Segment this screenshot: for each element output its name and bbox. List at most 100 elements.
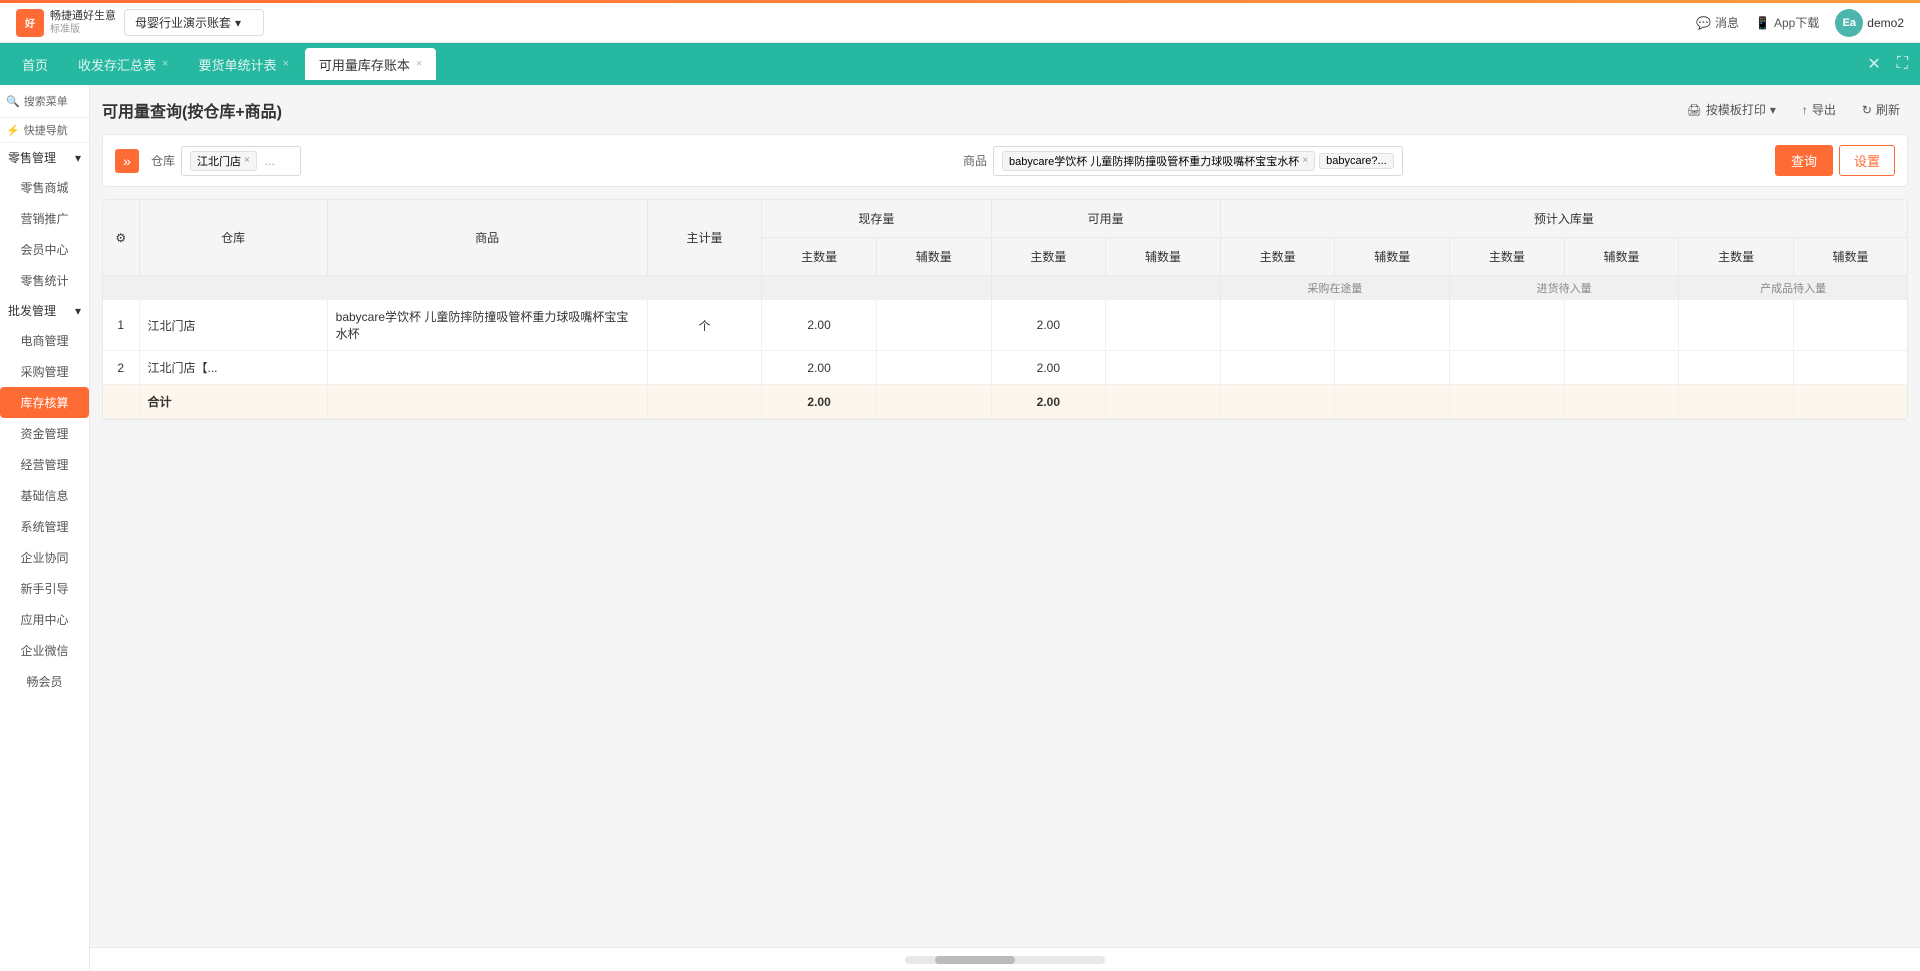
page-actions: 🖨 按模板打印 ↑ 导出 ↻ 刷新 xyxy=(1679,97,1908,122)
sidebar-item-wholesale-mgmt[interactable]: 批发管理 xyxy=(0,296,89,325)
tab-home[interactable]: 首页 xyxy=(8,48,62,80)
logo-area: 好 畅捷通好生意 标准版 xyxy=(16,9,116,37)
sidebar-item-enterprise-wechat[interactable]: 企业微信 xyxy=(0,635,89,666)
sidebar-item-retail-mgmt[interactable]: 零售管理 xyxy=(0,143,89,172)
header-right: 💬 消息 📱 App下载 Ea demo2 xyxy=(1696,9,1904,37)
avatar: Ea xyxy=(1835,9,1863,37)
chevron-down-icon xyxy=(75,151,81,165)
template-print-button[interactable]: 🖨 按模板打印 xyxy=(1679,97,1784,122)
page-title: 可用量查询(按仓库+商品) xyxy=(102,98,282,122)
export-button[interactable]: ↑ 导出 xyxy=(1794,97,1844,122)
data-table-container: ⚙ 仓库 商品 主计量 现存量 可用量 预计入库量 主数量 辅数量 主数量 xyxy=(102,199,1908,420)
page-title-bar: 可用量查询(按仓库+商品) 🖨 按模板打印 ↑ 导出 ↻ 刷新 xyxy=(102,97,1908,122)
app-download-button[interactable]: 📱 App下载 xyxy=(1755,14,1819,31)
export-icon: ↑ xyxy=(1802,103,1808,117)
th-pp-aux: 辅数量 xyxy=(1564,238,1679,276)
close-all-tabs-icon[interactable]: ✕ xyxy=(1863,50,1884,78)
sidebar-item-inventory[interactable]: 库存核算 xyxy=(0,387,89,418)
refresh-icon: ↻ xyxy=(1862,103,1872,117)
print-icon: 🖨 xyxy=(1687,103,1702,117)
th-avail-aux: 辅数量 xyxy=(1106,238,1221,276)
header-left: 好 畅捷通好生意 标准版 母婴行业演示账套 xyxy=(16,9,264,37)
remove-warehouse-tag[interactable]: × xyxy=(244,155,250,166)
content-area: 可用量查询(按仓库+商品) 🖨 按模板打印 ↑ 导出 ↻ 刷新 xyxy=(90,85,1920,971)
sidebar-item-member-center[interactable]: 会员中心 xyxy=(0,234,89,265)
warehouse-filter-dots[interactable]: ... xyxy=(261,154,279,168)
th-stock-main: 主数量 xyxy=(762,238,877,276)
tab-available-inventory[interactable]: 可用量库存账本 × xyxy=(305,48,436,80)
filter-bar: » 仓库 江北门店 × ... 商品 xyxy=(102,134,1908,187)
tabs-right-actions: ✕ ⛶ xyxy=(1863,50,1912,78)
refresh-button[interactable]: ↻ 刷新 xyxy=(1854,97,1908,122)
product-filter-label: 商品 xyxy=(963,152,987,169)
sidebar-item-basic-info[interactable]: 基础信息 xyxy=(0,480,89,511)
top-header: 好 畅捷通好生意 标准版 母婴行业演示账套 💬 消息 📱 App下载 Ea de… xyxy=(0,3,1920,43)
product-tag-1[interactable]: babycare学饮杯 儿童防摔防撞吸管杯重力球吸嘴杯宝宝水杯 × xyxy=(1002,151,1315,171)
th-pt-aux: 辅数量 xyxy=(1335,238,1450,276)
print-dropdown-icon xyxy=(1770,103,1776,117)
remove-product-tag-1[interactable]: × xyxy=(1302,155,1308,166)
close-tab-available-inventory[interactable]: × xyxy=(416,58,422,70)
tenant-selector[interactable]: 母婴行业演示账套 xyxy=(124,9,264,36)
scrollbar-thumb[interactable] xyxy=(935,956,1015,964)
query-button[interactable]: 查询 xyxy=(1775,145,1833,176)
sidebar-item-app-center[interactable]: 应用中心 xyxy=(0,604,89,635)
sidebar-item-purchase-mgmt[interactable]: 采购管理 xyxy=(0,356,89,387)
th-avail-main: 主数量 xyxy=(991,238,1106,276)
warehouse-filter-field: 仓库 江北门店 × ... xyxy=(151,146,951,176)
warehouse-filter-input[interactable]: 江北门店 × ... xyxy=(181,146,301,176)
search-icon: 🔍 xyxy=(6,95,20,108)
data-table: ⚙ 仓库 商品 主计量 现存量 可用量 预计入库量 主数量 辅数量 主数量 xyxy=(103,200,1907,419)
warehouse-tag[interactable]: 江北门店 × xyxy=(190,151,257,171)
th-available: 可用量 xyxy=(991,200,1220,238)
table-row: 2 江北门店【... 2.00 2.00 xyxy=(103,351,1907,385)
th-current-stock: 现存量 xyxy=(762,200,991,238)
bottom-bar xyxy=(90,947,1920,971)
sub-header-purchase-pending: 进货待入量 xyxy=(1450,276,1679,301)
nav-icon: ⚡ xyxy=(6,124,20,137)
tab-order-stats[interactable]: 要货单统计表 × xyxy=(184,48,302,80)
tab-receipt-summary[interactable]: 收发存汇总表 × xyxy=(64,48,182,80)
product-filter-input[interactable]: babycare学饮杯 儿童防摔防撞吸管杯重力球吸嘴杯宝宝水杯 × babyca… xyxy=(993,146,1403,176)
page-container: 可用量查询(按仓库+商品) 🖨 按模板打印 ↑ 导出 ↻ 刷新 xyxy=(90,85,1920,947)
tenant-dropdown-icon xyxy=(235,16,241,30)
sidebar-item-ecommerce[interactable]: 电商管理 xyxy=(0,325,89,356)
sidebar-item-membership[interactable]: 畅会员 xyxy=(0,666,89,697)
sub-header-purchase-transit: 采购在途量 xyxy=(1220,276,1449,301)
sidebar-item-finance[interactable]: 资金管理 xyxy=(0,418,89,449)
horizontal-scrollbar[interactable] xyxy=(905,956,1105,964)
user-menu[interactable]: Ea demo2 xyxy=(1835,9,1904,37)
nav-tabs: 首页 收发存汇总表 × 要货单统计表 × 可用量库存账本 × ✕ ⛶ xyxy=(0,43,1920,85)
close-tab-order-stats[interactable]: × xyxy=(282,58,288,70)
sidebar-item-operations[interactable]: 经营管理 xyxy=(0,449,89,480)
th-pp-main: 主数量 xyxy=(1450,238,1565,276)
filter-toggle[interactable]: » xyxy=(115,149,139,173)
sidebar-item-system-mgmt[interactable]: 系统管理 xyxy=(0,511,89,542)
product-filter-field: 商品 babycare学饮杯 儿童防摔防撞吸管杯重力球吸嘴杯宝宝水杯 × bab… xyxy=(963,146,1763,176)
th-pt-main: 主数量 xyxy=(1220,238,1335,276)
warehouse-filter-label: 仓库 xyxy=(151,152,175,169)
summary-row: 合计 2.00 2.00 xyxy=(103,385,1907,419)
sidebar-search[interactable]: 🔍 搜索菜单 xyxy=(0,85,89,118)
th-main-unit: 主计量 xyxy=(647,200,762,276)
app-icon: 📱 xyxy=(1755,16,1770,30)
product-tag-2[interactable]: babycare?... xyxy=(1319,153,1394,169)
sidebar-item-new-guide[interactable]: 新手引导 xyxy=(0,573,89,604)
filter-actions: 查询 设置 xyxy=(1775,145,1895,176)
message-button[interactable]: 💬 消息 xyxy=(1696,14,1739,31)
main-layout: 🔍 搜索菜单 ⚡ 快捷导航 零售管理 零售商城 营销推广 会员中心 零售统计 批… xyxy=(0,85,1920,971)
sidebar: 🔍 搜索菜单 ⚡ 快捷导航 零售管理 零售商城 营销推广 会员中心 零售统计 批… xyxy=(0,85,90,971)
close-tab-receipt-summary[interactable]: × xyxy=(162,58,168,70)
expand-icon[interactable]: ⛶ xyxy=(1893,51,1912,77)
message-icon: 💬 xyxy=(1696,16,1711,30)
logo-text: 畅捷通好生意 标准版 xyxy=(50,9,116,36)
table-row: 1 江北门店 babycare学饮杯 儿童防摔防撞吸管杯重力球吸嘴杯宝宝水杯 个… xyxy=(103,300,1907,351)
settings-button[interactable]: 设置 xyxy=(1839,145,1895,176)
sidebar-item-retail-stats[interactable]: 零售统计 xyxy=(0,265,89,296)
sidebar-item-marketing[interactable]: 营销推广 xyxy=(0,203,89,234)
sidebar-item-enterprise[interactable]: 企业协同 xyxy=(0,542,89,573)
sidebar-item-retail-store[interactable]: 零售商城 xyxy=(0,172,89,203)
sidebar-quick-nav[interactable]: ⚡ 快捷导航 xyxy=(0,118,89,143)
th-settings[interactable]: ⚙ xyxy=(103,200,139,276)
chevron-down-icon-2 xyxy=(75,304,81,318)
